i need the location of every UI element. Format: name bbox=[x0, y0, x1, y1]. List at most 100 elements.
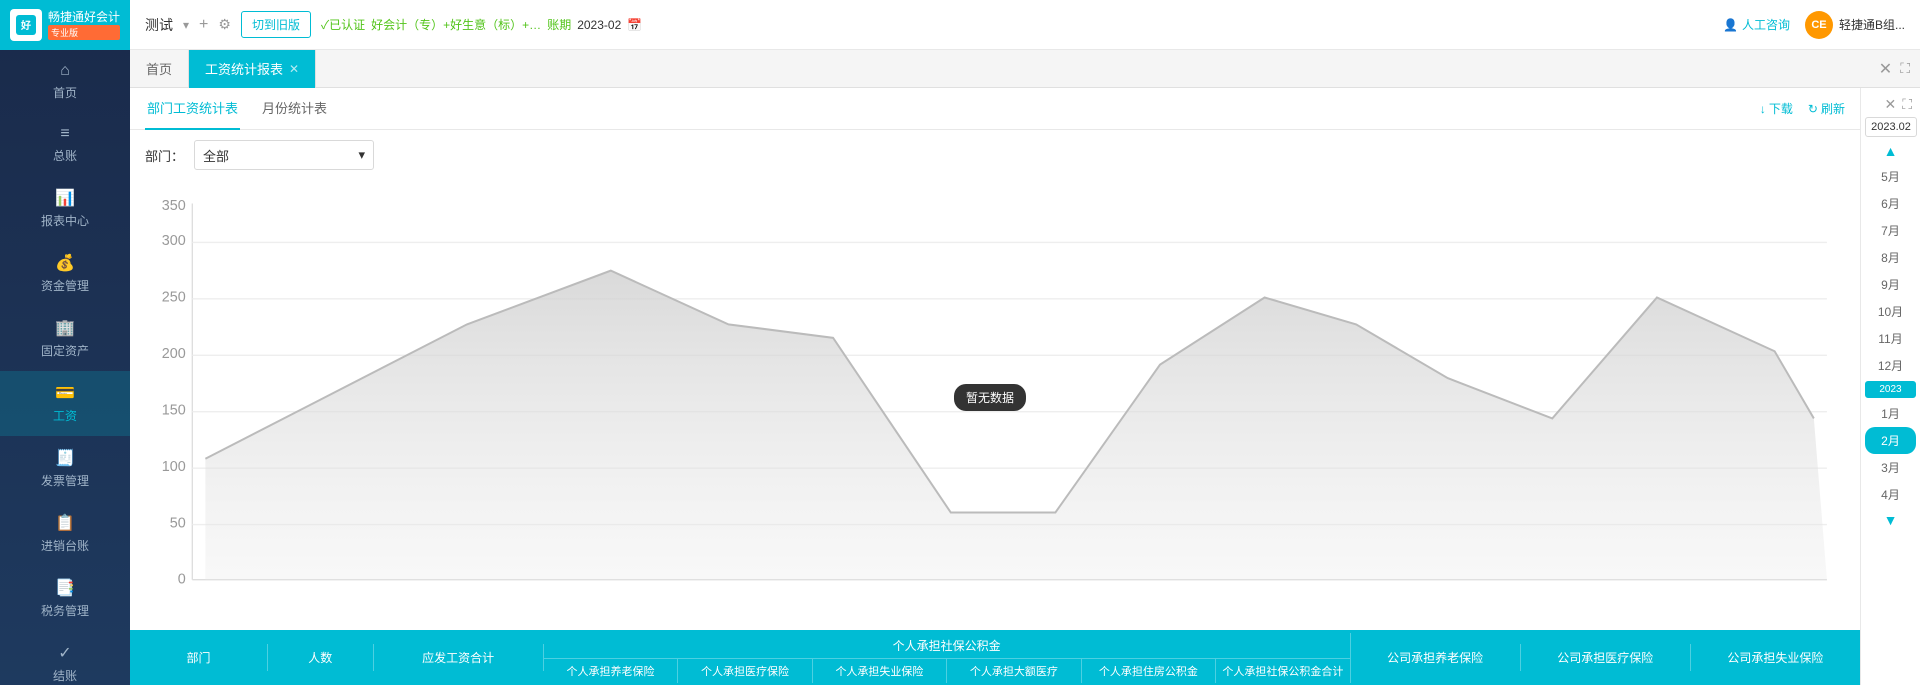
download-icon: ↓ bbox=[1760, 102, 1766, 116]
nav-down-icon[interactable]: ▼ bbox=[1882, 510, 1900, 530]
sidebar-item-purchase[interactable]: 📋 进销台账 bbox=[0, 501, 130, 566]
col-unemployment-personal: 个人承担失业保险 bbox=[813, 659, 947, 683]
svg-text:300: 300 bbox=[162, 233, 186, 249]
nav-up-icon[interactable]: ▲ bbox=[1882, 141, 1900, 161]
filter-row: 部门： 全部 ▾ bbox=[130, 130, 1860, 180]
svg-text:250: 250 bbox=[162, 289, 186, 305]
tab-home[interactable]: 首页 bbox=[130, 50, 189, 88]
group-cells-personal: 个人承担养老保险 个人承担医疗保险 个人承担失业保险 个人承担大额医疗 bbox=[544, 659, 1350, 683]
reports-icon: 📊 bbox=[55, 188, 75, 208]
department-select[interactable]: 全部 ▾ bbox=[194, 140, 374, 170]
month-7[interactable]: 7月 bbox=[1861, 217, 1920, 244]
month-5[interactable]: 5月 bbox=[1861, 163, 1920, 190]
year-month-input[interactable] bbox=[1865, 117, 1917, 137]
col-total-salary: 应发工资合计 bbox=[374, 644, 544, 671]
col-total-personal: 个人承担社保公积金合计 bbox=[1216, 659, 1349, 683]
help-button[interactable]: 👤 人工咨询 bbox=[1723, 16, 1790, 33]
month-8[interactable]: 8月 bbox=[1861, 244, 1920, 271]
sidebar-item-ledger[interactable]: ≡ 总账 bbox=[0, 113, 130, 176]
sidebar-item-invoice[interactable]: 🧾 发票管理 bbox=[0, 436, 130, 501]
content-area: 首页 工资统计报表 ✕ ✕ ⛶ 部门工资统计表 月份统计表 bbox=[130, 50, 1920, 685]
chart-tooltip: 暂无数据 bbox=[954, 384, 1026, 411]
salary-icon: 💳 bbox=[55, 383, 75, 403]
user-menu[interactable]: CE 轻捷通B组... bbox=[1805, 11, 1905, 39]
sidebar-item-label: 报表中心 bbox=[41, 212, 89, 229]
sidebar-item-label: 进销台账 bbox=[41, 537, 89, 554]
home-icon: ⌂ bbox=[60, 62, 70, 80]
month-10[interactable]: 10月 bbox=[1861, 298, 1920, 325]
chart-area: 0 50 100 150 200 250 300 350 bbox=[130, 180, 1860, 630]
sidebar-item-tax[interactable]: 📑 税务管理 bbox=[0, 566, 130, 631]
svg-text:0: 0 bbox=[178, 572, 186, 588]
logo-icon: 好 bbox=[10, 9, 42, 41]
month-2023-2[interactable]: 2月 bbox=[1865, 427, 1916, 454]
sidebar-item-reports[interactable]: 📊 报表中心 bbox=[0, 176, 130, 241]
svg-text:好: 好 bbox=[20, 19, 31, 32]
sidebar-item-label: 结账 bbox=[53, 667, 77, 684]
help-icon: 👤 bbox=[1723, 18, 1738, 32]
filter-label: 部门： bbox=[145, 146, 184, 165]
svg-text:100: 100 bbox=[162, 459, 186, 475]
header-tags: ✓已认证 好会计（专）+好生意（标）+… 账期 2023-02 📅 bbox=[321, 16, 1713, 33]
salary-report-tab-label: 工资统计报表 bbox=[205, 59, 283, 78]
sidebar-item-label: 税务管理 bbox=[41, 602, 89, 619]
sidebar-item-salary[interactable]: 💳 工资 bbox=[0, 371, 130, 436]
month-2023-1[interactable]: 1月 bbox=[1861, 400, 1920, 427]
main-area: 测试 ▾ + ⚙ 切到旧版 ✓已认证 好会计（专）+好生意（标）+… 账期 20… bbox=[130, 0, 1920, 685]
month-11[interactable]: 11月 bbox=[1861, 325, 1920, 352]
col-pension-company: 公司承担养老保险 bbox=[1351, 644, 1521, 671]
tab-close-window-icon[interactable]: ✕ bbox=[1879, 59, 1892, 79]
col-medical-company: 公司承担医疗保险 bbox=[1521, 644, 1691, 671]
panel-nav-down: ▼ bbox=[1861, 508, 1920, 532]
col-housing-fund-personal: 个人承担住房公积金 bbox=[1082, 659, 1216, 683]
sidebar-item-assets[interactable]: 🏢 固定资产 bbox=[0, 306, 130, 371]
header-gear-icon[interactable]: ⚙ bbox=[218, 16, 231, 33]
sidebar: 好 畅捷通好会计 专业版 ⌂ 首页 ≡ 总账 📊 报表中心 💰 资金管理 🏢 固… bbox=[0, 0, 130, 685]
sidebar-item-home[interactable]: ⌂ 首页 bbox=[0, 50, 130, 113]
tab-salary-report[interactable]: 工资统计报表 ✕ bbox=[189, 50, 316, 88]
settlement-icon: ✓ bbox=[58, 643, 71, 663]
month-12[interactable]: 12月 bbox=[1861, 352, 1920, 379]
group-header-personal: 个人承担社保公积金 bbox=[544, 633, 1350, 659]
month-6[interactable]: 6月 bbox=[1861, 190, 1920, 217]
purchase-icon: 📋 bbox=[55, 513, 75, 533]
right-panel: ✕ ⛶ ▲ 5月 6月 7月 8月 9月 10月 11月 12月 bbox=[1860, 88, 1920, 685]
tab-expand-icon[interactable]: ⛶ bbox=[1900, 60, 1910, 77]
tab-close-icon[interactable]: ✕ bbox=[289, 62, 299, 76]
year-badge-2023: 2023 bbox=[1865, 381, 1916, 398]
sidebar-item-settlement[interactable]: ✓ 结账 bbox=[0, 631, 130, 685]
svg-text:200: 200 bbox=[162, 346, 186, 362]
switch-old-version-button[interactable]: 切到旧版 bbox=[241, 11, 311, 38]
sub-tab-dept[interactable]: 部门工资统计表 bbox=[145, 88, 240, 130]
sub-tabs: 部门工资统计表 月份统计表 ↓ 下载 ↻ 刷新 bbox=[130, 88, 1860, 130]
month-2023-4[interactable]: 4月 bbox=[1861, 481, 1920, 508]
header-dropdown-icon[interactable]: ▾ bbox=[183, 18, 189, 32]
month-2023-3[interactable]: 3月 bbox=[1861, 454, 1920, 481]
col-major-medical-personal: 个人承担大额医疗 bbox=[947, 659, 1081, 683]
invoice-icon: 🧾 bbox=[55, 448, 75, 468]
header-title: 测试 bbox=[145, 15, 173, 35]
product-tags: 好会计（专）+好生意（标）+… bbox=[371, 16, 541, 33]
ledger-icon: ≡ bbox=[60, 125, 69, 143]
calendar-icon[interactable]: 📅 bbox=[627, 18, 642, 32]
sidebar-nav: ⌂ 首页 ≡ 总账 📊 报表中心 💰 资金管理 🏢 固定资产 💳 工资 🧾 发票… bbox=[0, 50, 130, 685]
refresh-icon: ↻ bbox=[1808, 102, 1818, 116]
sidebar-logo: 好 畅捷通好会计 专业版 bbox=[0, 0, 130, 50]
sub-tab-monthly[interactable]: 月份统计表 bbox=[260, 88, 329, 130]
sidebar-item-label: 固定资产 bbox=[41, 342, 89, 359]
header: 测试 ▾ + ⚙ 切到旧版 ✓已认证 好会计（专）+好生意（标）+… 账期 20… bbox=[130, 0, 1920, 50]
avatar: CE bbox=[1805, 11, 1833, 39]
download-button[interactable]: ↓ 下载 bbox=[1760, 100, 1793, 117]
header-add-button[interactable]: + bbox=[199, 16, 208, 34]
panel-expand-icon[interactable]: ⛶ bbox=[1902, 96, 1912, 113]
panel-close-icon[interactable]: ✕ bbox=[1884, 96, 1896, 113]
sidebar-item-funds[interactable]: 💰 资金管理 bbox=[0, 241, 130, 306]
refresh-button[interactable]: ↻ 刷新 bbox=[1808, 100, 1845, 117]
svg-text:150: 150 bbox=[162, 402, 186, 418]
sidebar-item-label: 总账 bbox=[53, 147, 77, 164]
month-9[interactable]: 9月 bbox=[1861, 271, 1920, 298]
col-dept: 部门 bbox=[130, 644, 268, 671]
panel-nav-up: ▲ bbox=[1861, 139, 1920, 163]
months-2022: 5月 6月 7月 8月 9月 10月 11月 12月 bbox=[1861, 163, 1920, 379]
bottom-table-header: 部门 人数 应发工资合计 个人承担社保公积金 个人承担养老保险 bbox=[130, 630, 1860, 685]
